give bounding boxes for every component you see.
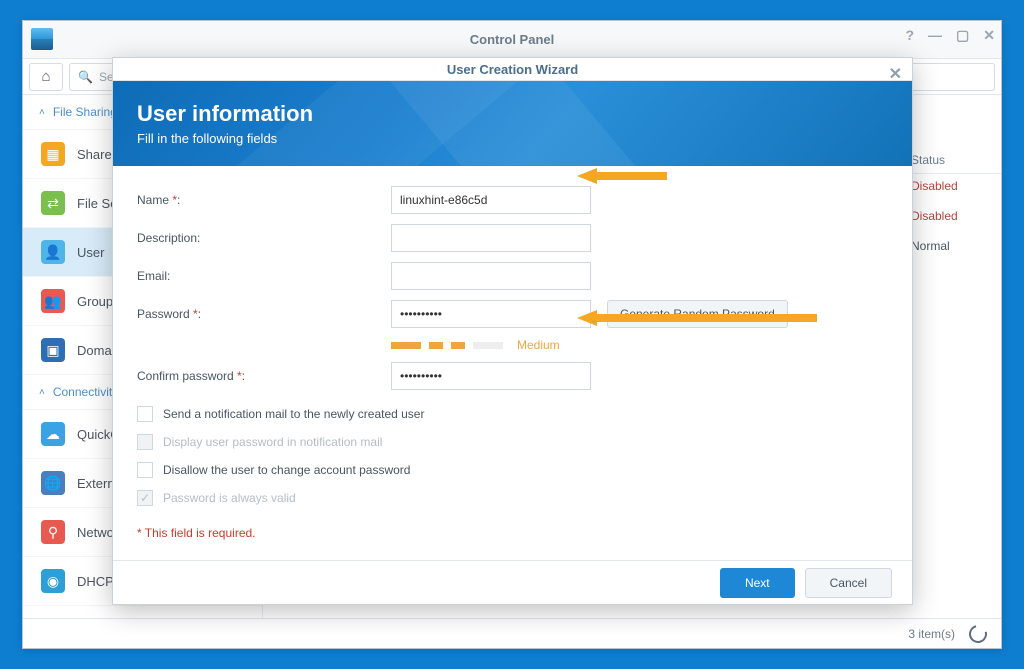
globe-icon: 🌐 bbox=[41, 471, 65, 495]
statusbar: 3 item(s) bbox=[23, 618, 1001, 648]
name-field[interactable] bbox=[391, 186, 591, 214]
confirm-password-field[interactable] bbox=[391, 362, 591, 390]
strength-bar bbox=[429, 342, 443, 349]
item-count: 3 item(s) bbox=[908, 627, 955, 641]
label-description: Description: bbox=[137, 231, 391, 245]
form: Name *: Description: Email: Password *: … bbox=[113, 166, 912, 560]
label-password: Password *: bbox=[137, 307, 391, 321]
group-icon: 👥 bbox=[41, 289, 65, 313]
modal-footer: Next Cancel bbox=[113, 560, 912, 604]
modal-title: User Creation Wizard bbox=[447, 62, 578, 77]
chevron-up-icon: ˄ bbox=[39, 387, 45, 398]
cloud-icon: ☁ bbox=[41, 422, 65, 446]
modal-header: User Creation Wizard ✕ bbox=[113, 58, 912, 81]
network-icon: ⚲ bbox=[41, 520, 65, 544]
status-column: Disabled Disabled Normal bbox=[901, 171, 1001, 261]
banner-heading: User information bbox=[137, 101, 888, 127]
dhcp-icon: ◉ bbox=[41, 569, 65, 593]
strength-bar bbox=[473, 342, 503, 349]
sidebar-item-security[interactable]: 🛡 Security bbox=[23, 606, 262, 618]
chevron-up-icon: ˄ bbox=[39, 107, 45, 118]
domain-icon: ▣ bbox=[41, 338, 65, 362]
cancel-button[interactable]: Cancel bbox=[805, 568, 892, 598]
strength-label: Medium bbox=[517, 338, 560, 352]
column-header-status[interactable]: Status bbox=[901, 147, 1001, 174]
search-icon: 🔍 bbox=[78, 70, 93, 84]
titlebar: Control Panel ? — ▢ ✕ bbox=[23, 21, 1001, 59]
email-field[interactable] bbox=[391, 262, 591, 290]
password-strength-meter: Medium bbox=[391, 338, 888, 352]
description-field[interactable] bbox=[391, 224, 591, 252]
checkbox-icon bbox=[137, 462, 153, 478]
window-title: Control Panel bbox=[470, 32, 555, 47]
required-note: * This field is required. bbox=[137, 526, 888, 540]
maximize-icon[interactable]: ▢ bbox=[956, 27, 969, 44]
home-button[interactable]: ⌂ bbox=[29, 63, 63, 91]
banner-subtitle: Fill in the following fields bbox=[137, 131, 888, 146]
user-icon: 👤 bbox=[41, 240, 65, 264]
checkbox-icon bbox=[137, 434, 153, 450]
checkbox-icon bbox=[137, 406, 153, 422]
minimize-icon[interactable]: — bbox=[928, 27, 942, 44]
status-cell: Disabled bbox=[901, 171, 1001, 201]
label-confirm-password: Confirm password *: bbox=[137, 369, 391, 383]
label-name: Name *: bbox=[137, 193, 391, 207]
checkbox-disallow-password-change[interactable]: Disallow the user to change account pass… bbox=[137, 456, 888, 484]
strength-bar bbox=[451, 342, 465, 349]
password-field[interactable] bbox=[391, 300, 591, 328]
next-button[interactable]: Next bbox=[720, 568, 795, 598]
checkbox-icon bbox=[137, 490, 153, 506]
status-cell: Disabled bbox=[901, 201, 1001, 231]
status-cell: Normal bbox=[901, 231, 1001, 261]
checkbox-password-always-valid: Password is always valid bbox=[137, 484, 888, 512]
user-creation-wizard: User Creation Wizard ✕ User information … bbox=[112, 57, 913, 605]
system-icon bbox=[31, 28, 53, 50]
services-icon: ⇄ bbox=[41, 191, 65, 215]
close-window-icon[interactable]: ✕ bbox=[983, 27, 995, 44]
modal-banner: User information Fill in the following f… bbox=[113, 81, 912, 166]
label-email: Email: bbox=[137, 269, 391, 283]
generate-password-button[interactable]: Generate Random Password bbox=[607, 300, 788, 328]
checkbox-send-notification[interactable]: Send a notification mail to the newly cr… bbox=[137, 400, 888, 428]
strength-bar bbox=[391, 342, 421, 349]
annotation-arrow bbox=[577, 168, 667, 184]
checkbox-display-password: Display user password in notification ma… bbox=[137, 428, 888, 456]
help-icon[interactable]: ? bbox=[905, 27, 914, 44]
folder-icon: ▦ bbox=[41, 142, 65, 166]
reload-icon[interactable] bbox=[966, 621, 991, 646]
